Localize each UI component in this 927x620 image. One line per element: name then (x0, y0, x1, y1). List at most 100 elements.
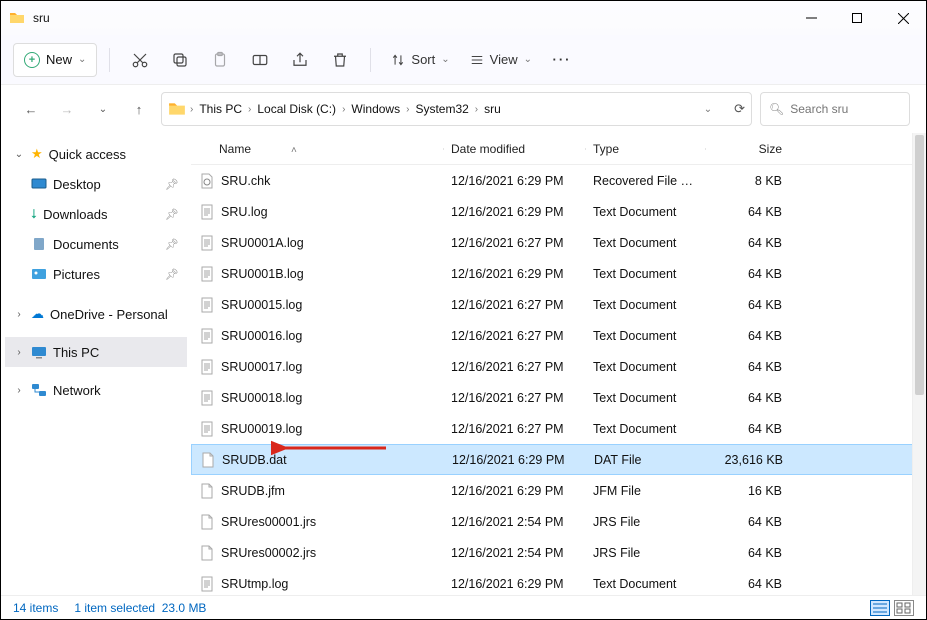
file-icon (199, 421, 215, 437)
search-icon: 🔍︎ (769, 102, 784, 116)
file-date: 12/16/2021 2:54 PM (443, 546, 585, 560)
breadcrumb-item[interactable]: sru (482, 102, 503, 116)
file-date: 12/16/2021 6:29 PM (444, 453, 586, 467)
scrollbar-thumb[interactable] (915, 135, 924, 395)
network-icon (31, 382, 47, 398)
sidebar-item-quick-access[interactable]: ⌄ ★ Quick access (5, 139, 187, 169)
file-size: 64 KB (705, 546, 790, 560)
file-row[interactable]: SRUDB.jfm12/16/2021 6:29 PMJFM File16 KB (191, 475, 926, 506)
scrollbar[interactable] (912, 133, 926, 597)
file-type: Text Document (585, 236, 705, 250)
sidebar: ⌄ ★ Quick access Desktop📌︎ ⭣ Downloads📌︎… (1, 133, 191, 597)
breadcrumb-item[interactable]: Windows (349, 102, 402, 116)
new-label: New (46, 52, 72, 67)
column-name[interactable]: Name˄ (191, 142, 443, 156)
new-button[interactable]: + New ⌄ (13, 43, 97, 77)
file-icon (199, 359, 215, 375)
column-date[interactable]: Date modified (443, 142, 585, 156)
file-row[interactable]: SRUres00001.jrs12/16/2021 2:54 PMJRS Fil… (191, 506, 926, 537)
file-size: 23,616 KB (706, 453, 791, 467)
file-size: 64 KB (705, 360, 790, 374)
file-row[interactable]: SRUtmp.log12/16/2021 6:29 PMText Documen… (191, 568, 926, 597)
minimize-button[interactable] (788, 3, 834, 33)
pin-icon: 📌︎ (165, 178, 179, 191)
share-button[interactable] (282, 44, 318, 76)
item-count: 14 items (13, 601, 58, 615)
thumbnails-view-button[interactable] (894, 600, 914, 616)
file-name: SRUtmp.log (221, 577, 288, 591)
file-type: Text Document (585, 205, 705, 219)
file-date: 12/16/2021 6:27 PM (443, 391, 585, 405)
status-bar: 14 items 1 item selected 23.0 MB (1, 595, 926, 619)
file-icon (200, 452, 216, 468)
file-row[interactable]: SRU00017.log12/16/2021 6:27 PMText Docum… (191, 351, 926, 382)
refresh-button[interactable]: ⟳ (734, 101, 745, 117)
close-button[interactable] (880, 3, 926, 33)
sidebar-item-downloads[interactable]: ⭣ Downloads📌︎ (5, 199, 187, 229)
sort-button[interactable]: Sort ⌄ (383, 44, 457, 76)
sidebar-item-documents[interactable]: Documents📌︎ (5, 229, 187, 259)
address-bar[interactable]: › This PC›Local Disk (C:)›Windows›System… (161, 92, 752, 126)
forward-button[interactable]: → (53, 95, 81, 123)
column-size[interactable]: Size (705, 142, 790, 156)
file-name: SRUres00002.jrs (221, 546, 316, 560)
pin-icon: 📌︎ (165, 208, 179, 221)
file-type: Text Document (585, 267, 705, 281)
file-list: Name˄ Date modified Type Size SRU.chk12/… (191, 133, 926, 597)
paste-button[interactable] (202, 44, 238, 76)
file-type: Recovered File Fra... (585, 174, 705, 188)
up-button[interactable]: ↑ (125, 95, 153, 123)
file-row[interactable]: SRU0001B.log12/16/2021 6:29 PMText Docum… (191, 258, 926, 289)
pictures-icon (31, 266, 47, 282)
view-button[interactable]: View ⌄ (462, 44, 540, 76)
file-icon (199, 576, 215, 592)
breadcrumb-item[interactable]: This PC (197, 102, 244, 116)
file-size: 64 KB (705, 422, 790, 436)
file-name: SRU0001B.log (221, 267, 304, 281)
file-icon (199, 514, 215, 530)
search-box[interactable]: 🔍︎ (760, 92, 910, 126)
search-input[interactable] (790, 102, 890, 116)
file-size: 64 KB (705, 515, 790, 529)
copy-button[interactable] (162, 44, 198, 76)
file-row[interactable]: SRUres00002.jrs12/16/2021 2:54 PMJRS Fil… (191, 537, 926, 568)
chevron-down-icon[interactable]: ⌄ (704, 104, 712, 115)
desktop-icon (31, 176, 47, 192)
delete-button[interactable] (322, 44, 358, 76)
file-icon (199, 483, 215, 499)
file-row[interactable]: SRUDB.dat12/16/2021 6:29 PMDAT File23,61… (191, 444, 926, 475)
maximize-button[interactable] (834, 3, 880, 33)
file-type: DAT File (586, 453, 706, 467)
file-size: 64 KB (705, 205, 790, 219)
more-button[interactable]: ··· (544, 44, 580, 76)
sidebar-item-onedrive[interactable]: › ☁ OneDrive - Personal (5, 299, 187, 329)
chevron-right-icon: › (190, 104, 193, 115)
sidebar-item-this-pc[interactable]: › This PC (5, 337, 187, 367)
file-icon (199, 204, 215, 220)
star-icon: ★ (31, 146, 43, 162)
file-type: JRS File (585, 515, 705, 529)
cut-button[interactable] (122, 44, 158, 76)
file-type: Text Document (585, 391, 705, 405)
sidebar-item-desktop[interactable]: Desktop📌︎ (5, 169, 187, 199)
file-row[interactable]: SRU.log12/16/2021 6:29 PMText Document64… (191, 196, 926, 227)
breadcrumb-item[interactable]: System32 (413, 102, 470, 116)
column-type[interactable]: Type (585, 142, 705, 156)
file-name: SRU00015.log (221, 298, 302, 312)
file-row[interactable]: SRU.chk12/16/2021 6:29 PMRecovered File … (191, 165, 926, 196)
file-type: JFM File (585, 484, 705, 498)
sidebar-item-pictures[interactable]: Pictures📌︎ (5, 259, 187, 289)
recent-button[interactable]: ⌄ (89, 95, 117, 123)
sidebar-item-network[interactable]: › Network (5, 375, 187, 405)
back-button[interactable]: ← (17, 95, 45, 123)
file-name: SRU.log (221, 205, 268, 219)
details-view-button[interactable] (870, 600, 890, 616)
file-row[interactable]: SRU00016.log12/16/2021 6:27 PMText Docum… (191, 320, 926, 351)
file-type: Text Document (585, 360, 705, 374)
breadcrumb-item[interactable]: Local Disk (C:) (255, 102, 338, 116)
file-row[interactable]: SRU00019.log12/16/2021 6:27 PMText Docum… (191, 413, 926, 444)
file-row[interactable]: SRU0001A.log12/16/2021 6:27 PMText Docum… (191, 227, 926, 258)
file-row[interactable]: SRU00015.log12/16/2021 6:27 PMText Docum… (191, 289, 926, 320)
file-row[interactable]: SRU00018.log12/16/2021 6:27 PMText Docum… (191, 382, 926, 413)
rename-button[interactable] (242, 44, 278, 76)
